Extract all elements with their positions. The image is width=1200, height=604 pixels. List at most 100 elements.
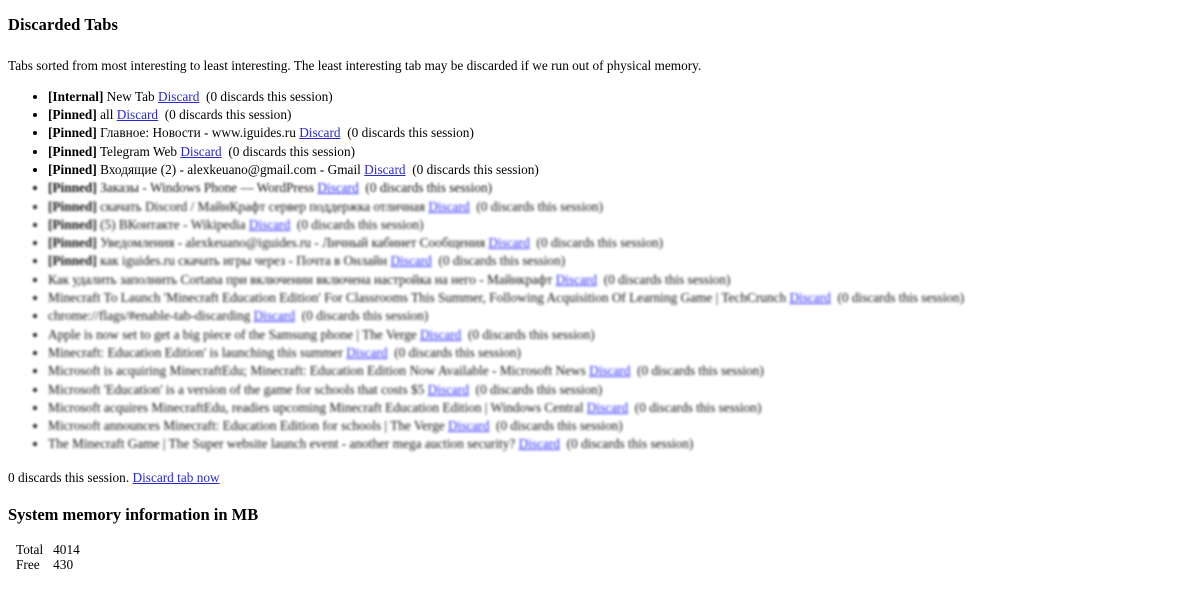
discard-count: (0 discards this session) [206, 88, 333, 104]
discard-count: (0 discards this session) [438, 253, 566, 269]
tab-list-item: [Pinned] all Discard (0 discards this se… [48, 106, 1192, 124]
tab-list-item: Как удалить заполнить Cortana при включе… [48, 271, 1192, 289]
discard-link[interactable]: Discard [180, 144, 221, 159]
discard-count: (0 discards this session) [347, 125, 474, 141]
discard-count: (0 discards this session) [637, 363, 764, 379]
tab-list-item: chrome://flags/#enable-tab-discarding Di… [48, 307, 1192, 325]
tab-title: Microsoft is acquiring MinecraftEdu; Min… [48, 363, 586, 379]
discard-count: (0 discards this session) [566, 436, 694, 452]
tab-title: Входящие (2) - alexkeuano@gmail.com - Gm… [100, 161, 361, 177]
tab-list-item: [Internal] New Tab Discard (0 discards t… [48, 88, 1192, 106]
discard-link[interactable]: Discard [299, 125, 340, 140]
discard-link[interactable]: Discard [488, 235, 529, 250]
discard-count: (0 discards this session) [164, 107, 292, 123]
tab-tag: [Pinned] [48, 216, 97, 232]
discard-link[interactable]: Discard [317, 180, 358, 195]
discard-link[interactable]: Discard [364, 162, 405, 177]
tab-title: как iguides.ru скачать игры через - Почт… [100, 253, 388, 269]
tab-list-item: Minecraft: Education Edition' is launchi… [48, 344, 1192, 362]
tab-list-item: [Pinned] (5) ВКонтакте - Wikipedia Disca… [48, 216, 1192, 234]
tab-list-item: Microsoft is acquiring MinecraftEdu; Min… [48, 362, 1192, 380]
discard-link[interactable]: Discard [420, 327, 461, 342]
discard-count: (0 discards this session) [467, 326, 595, 342]
discard-link[interactable]: Discard [390, 253, 431, 268]
discard-link[interactable]: Discard [117, 107, 158, 122]
page-title: Discarded Tabs [8, 15, 119, 34]
memory-row: Total 4014 [8, 541, 86, 558]
tab-list-item: [Pinned] Входящие (2) - alexkeuano@gmail… [48, 161, 1192, 179]
tab-title: Microsoft announces Minecraft: Education… [48, 418, 445, 434]
discard-link[interactable]: Discard [448, 418, 489, 433]
discard-count: (0 discards this session) [228, 143, 356, 159]
session-discard-status: 0 discards this session. [8, 469, 130, 485]
tab-title: New Tab [106, 88, 155, 104]
discard-count: (0 discards this session) [394, 344, 521, 360]
tab-tag: [Pinned] [48, 235, 97, 251]
tab-title: chrome://flags/#enable-tab-discarding [48, 308, 251, 324]
discard-count: (0 discards this session) [301, 308, 429, 324]
tab-list-item: Microsoft acquires MinecraftEdu, readies… [48, 399, 1192, 417]
discard-tab-now-link[interactable]: Discard tab now [132, 470, 219, 485]
tab-tag: [Pinned] [48, 143, 97, 159]
tab-tag: [Pinned] [48, 198, 97, 214]
discard-count: (0 discards this session) [296, 216, 424, 232]
discard-count: (0 discards this session) [476, 198, 604, 214]
tab-tag: [Pinned] [48, 125, 97, 141]
discard-footer: 0 discards this session. Discard tab now [8, 471, 1192, 484]
tab-tag: [Internal] [48, 88, 104, 104]
tab-list-item: The Minecraft Game | The Super website l… [48, 435, 1192, 453]
discard-link[interactable]: Discard [587, 400, 628, 415]
page-intro: Tabs sorted from most interesting to lea… [8, 57, 702, 73]
tab-title: Главное: Новости - www.iguides.ru [100, 125, 296, 141]
discard-count: (0 discards this session) [837, 290, 965, 306]
tab-title: The Minecraft Game | The Super website l… [48, 436, 516, 452]
discard-link[interactable]: Discard [589, 363, 630, 378]
tab-title: скачать Discord / МайнКрафт сервер подде… [100, 198, 425, 214]
tab-title: Заказы - Windows Phone — WordPress [100, 180, 315, 196]
tab-title: Minecraft: Education Edition' is launchi… [48, 344, 343, 360]
tab-list-item: [Pinned] как iguides.ru скачать игры чер… [48, 252, 1192, 270]
discard-link[interactable]: Discard [428, 199, 469, 214]
discard-count: (0 discards this session) [475, 381, 603, 397]
discard-count: (0 discards this session) [412, 161, 539, 177]
discard-link[interactable]: Discard [346, 345, 387, 360]
tab-list-item: Minecraft To Launch 'Minecraft Education… [48, 289, 1192, 307]
tab-title: Telegram Web [99, 143, 177, 159]
discard-link[interactable]: Discard [254, 308, 295, 323]
discard-count: (0 discards this session) [536, 235, 664, 251]
memory-value: 430 [53, 556, 74, 572]
memory-value: 4014 [53, 541, 80, 557]
discard-link[interactable]: Discard [158, 89, 199, 104]
discarded-tab-list: [Internal] New Tab Discard (0 discards t… [8, 88, 1192, 454]
tab-list-item: [Pinned] Уведомления - alexkeuano@iguide… [48, 234, 1192, 252]
discard-count: (0 discards this session) [634, 399, 762, 415]
tab-title: Microsoft 'Education' is a version of th… [48, 381, 425, 397]
discard-count: (0 discards this session) [603, 271, 731, 287]
discard-link[interactable]: Discard [556, 272, 597, 287]
tab-list-item: [Pinned] Главное: Новости - www.iguides.… [48, 124, 1192, 142]
tab-tag: [Pinned] [48, 180, 97, 196]
discard-count: (0 discards this session) [496, 418, 623, 434]
discard-link[interactable]: Discard [519, 436, 560, 451]
memory-section-title: System memory information in MB [8, 505, 259, 525]
tab-list-item: Microsoft 'Education' is a version of th… [48, 381, 1192, 399]
memory-table: Total 4014 Free 430 [8, 541, 86, 574]
tab-tag: [Pinned] [48, 253, 97, 269]
tab-title: Minecraft To Launch 'Minecraft Education… [48, 290, 787, 306]
tab-title: Apple is now set to get a big piece of t… [48, 326, 417, 342]
tab-list-item: Microsoft announces Minecraft: Education… [48, 417, 1192, 435]
tab-title: Microsoft acquires MinecraftEdu, readies… [48, 399, 584, 415]
tab-title: Как удалить заполнить Cortana при включе… [48, 271, 553, 287]
memory-row: Free 430 [8, 558, 86, 573]
discards-page: Discarded Tabs Tabs sorted from most int… [0, 0, 1200, 573]
tab-title: (5) ВКонтакте - Wikipedia [100, 216, 246, 232]
memory-label: Total [16, 541, 44, 557]
tab-title: Уведомления - alexkeuano@iguides.ru - Ли… [100, 235, 486, 251]
tab-list-item: Apple is now set to get a big piece of t… [48, 326, 1192, 344]
discard-link[interactable]: Discard [428, 382, 469, 397]
memory-label: Free [16, 556, 40, 572]
discard-link[interactable]: Discard [249, 217, 290, 232]
discard-link[interactable]: Discard [789, 290, 830, 305]
tab-title: all [100, 107, 114, 123]
tab-list-item: [Pinned] Telegram Web Discard (0 discard… [48, 143, 1192, 161]
